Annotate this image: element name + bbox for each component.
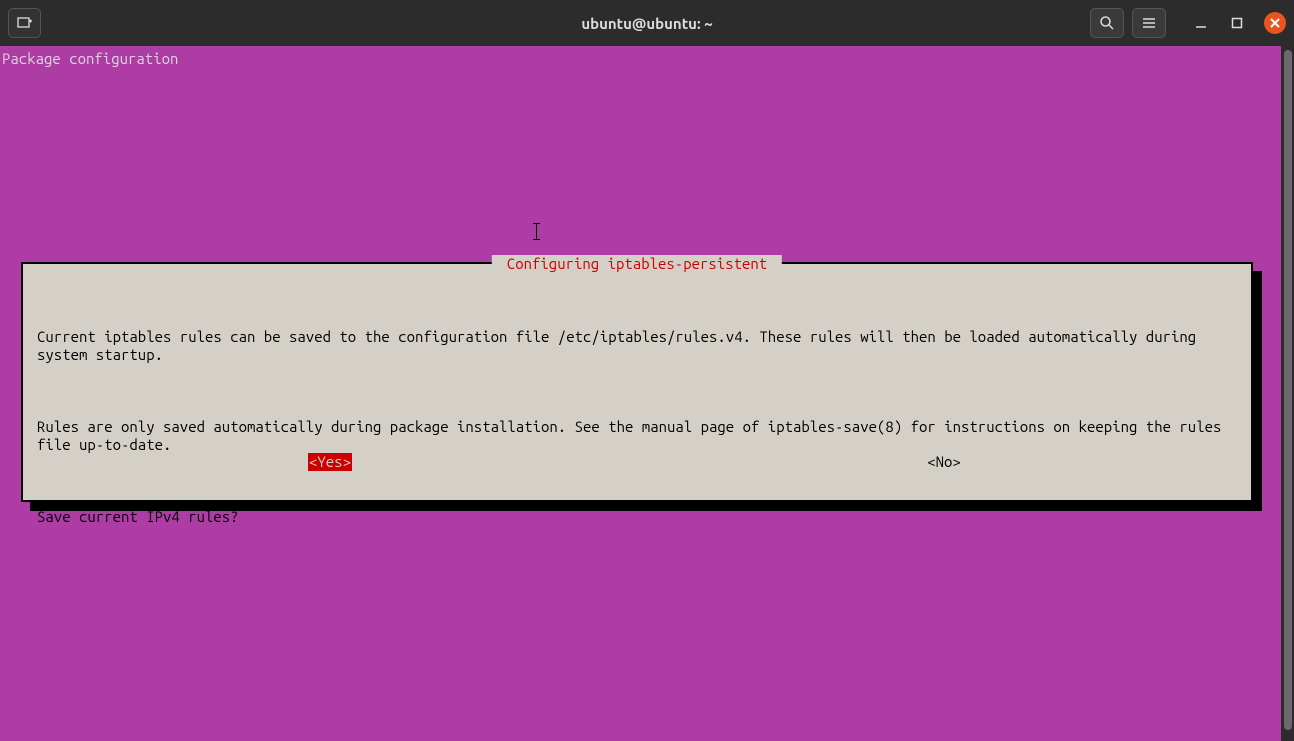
search-button[interactable] (1090, 8, 1124, 38)
close-button[interactable] (1264, 12, 1286, 34)
titlebar: ubuntu@ubuntu: ~ (0, 0, 1294, 46)
maximize-icon (1230, 16, 1244, 30)
new-tab-icon (17, 15, 33, 31)
window-controls (1192, 12, 1286, 34)
scrollprecio-thumb[interactable] (1284, 50, 1292, 730)
close-icon (1270, 18, 1280, 28)
window-title: ubuntu@ubuntu: ~ (581, 15, 712, 32)
maximize-button[interactable] (1228, 14, 1246, 32)
dialog-question: Save current IPv4 rules? (37, 508, 1237, 526)
new-tab-button[interactable] (8, 8, 41, 38)
minimize-button[interactable] (1192, 14, 1210, 32)
no-button[interactable]: <No> (927, 453, 961, 471)
dialog-paragraph-2: Rules are only saved automatically durin… (37, 418, 1237, 454)
dialog-buttons: <Yes> <No> (23, 453, 1251, 471)
hamburger-menu-button[interactable] (1132, 8, 1166, 38)
yes-button[interactable]: <Yes> (308, 453, 352, 471)
package-config-header: Package configuration (2, 50, 178, 68)
dialog-paragraph-1: Current iptables rules can be saved to t… (37, 328, 1237, 364)
terminal-area[interactable]: Package configuration Configuring iptabl… (0, 46, 1294, 741)
hamburger-icon (1141, 15, 1157, 31)
scrollbar-track[interactable] (1281, 46, 1294, 741)
config-dialog: Configuring iptables-persistent Current … (21, 262, 1253, 502)
text-cursor-icon (536, 223, 537, 240)
dialog-title-wrap: Configuring iptables-persistent (492, 255, 782, 273)
dialog-content: Current iptables rules can be saved to t… (37, 292, 1237, 580)
minimize-icon (1194, 16, 1208, 30)
search-icon (1099, 15, 1115, 31)
titlebar-right (1090, 8, 1286, 38)
dialog-title: Configuring iptables-persistent (507, 255, 767, 272)
